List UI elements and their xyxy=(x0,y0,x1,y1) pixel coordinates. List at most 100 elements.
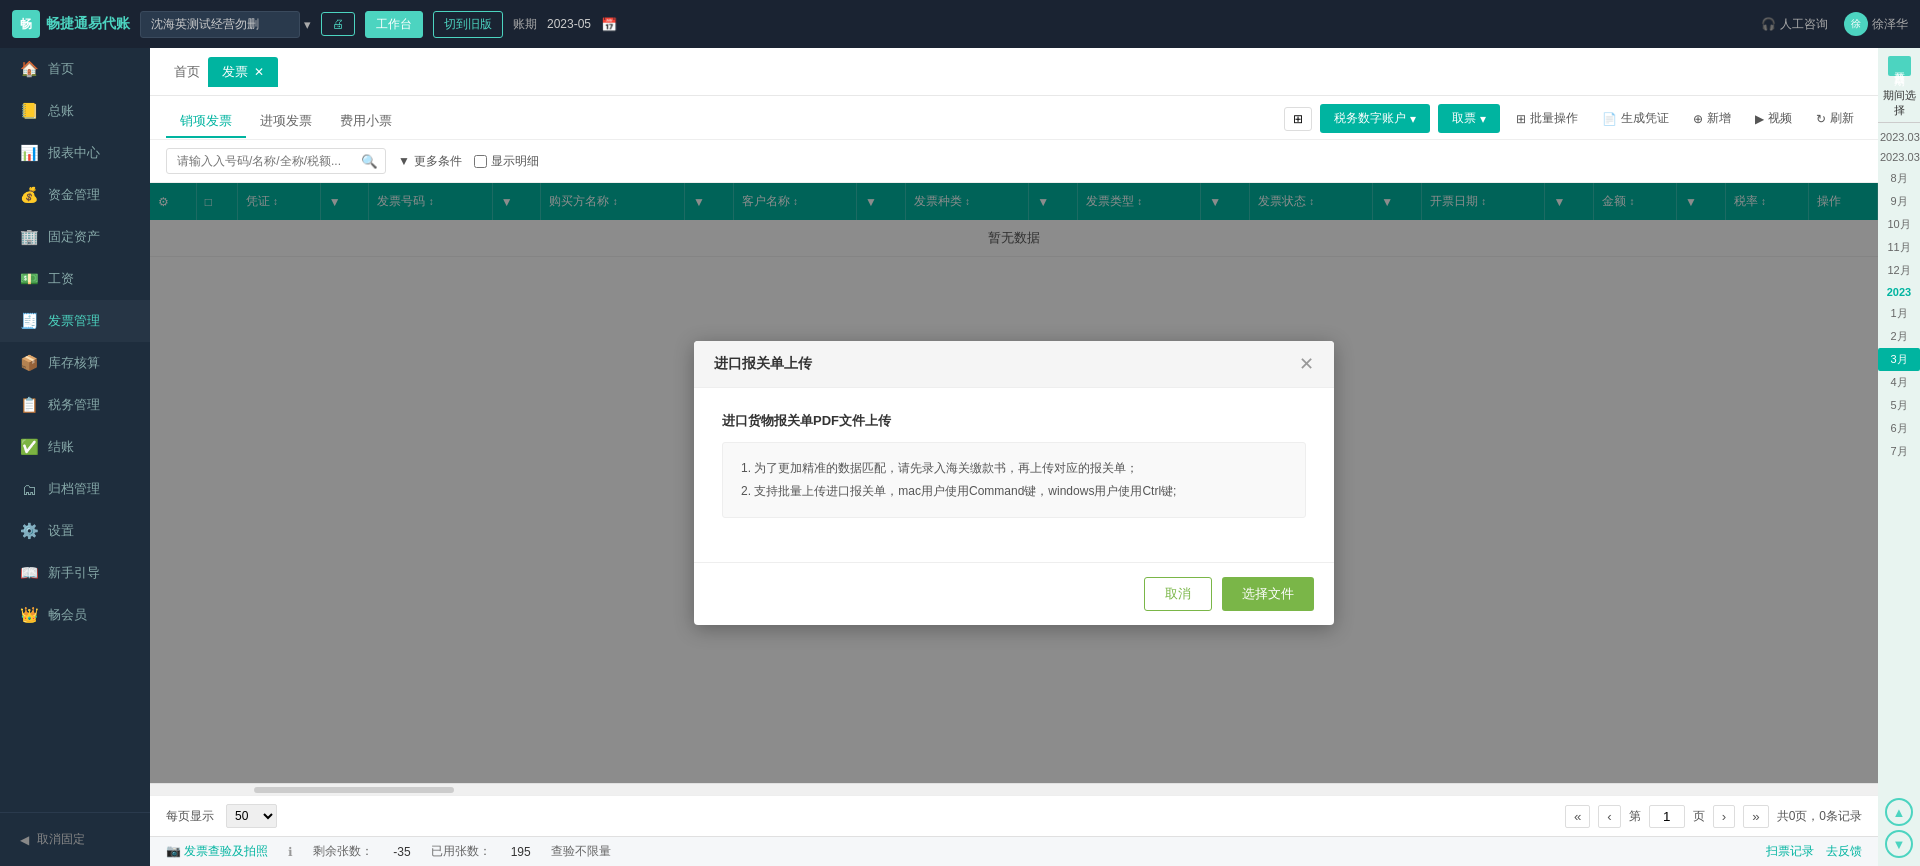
horizontal-scrollbar[interactable] xyxy=(150,783,1878,795)
app-logo: 畅 畅捷通易代账 xyxy=(12,10,130,38)
page-info: « ‹ 第 页 › » 共0页，0条记录 xyxy=(1565,805,1862,828)
video-icon: ▶ xyxy=(1755,112,1764,126)
period-item-8[interactable]: 1月 xyxy=(1878,302,1920,325)
chevron-down-icon: ▾ xyxy=(304,17,311,32)
tab-expense[interactable]: 费用小票 xyxy=(326,106,406,138)
modal-section-title: 进口货物报关单PDF文件上传 xyxy=(722,412,1306,430)
video-btn[interactable]: ▶ 视频 xyxy=(1747,105,1800,132)
period-select-header: 期间选择 xyxy=(1878,84,1920,123)
sidebar-item-ledger[interactable]: 📒 总账 xyxy=(0,90,150,132)
last-page-btn[interactable]: » xyxy=(1743,805,1768,828)
used-label: 已用张数： xyxy=(431,843,491,860)
select-file-btn[interactable]: 选择文件 xyxy=(1222,577,1314,611)
refresh-btn[interactable]: ↻ 刷新 xyxy=(1808,105,1862,132)
cancel-ticket-btn[interactable]: 取票 ▾ xyxy=(1438,104,1500,133)
next-page-btn[interactable]: › xyxy=(1713,805,1735,828)
invoices-icon: 🧾 xyxy=(20,312,38,330)
sidebar-item-inventory[interactable]: 📦 库存核算 xyxy=(0,342,150,384)
tab-purchase-invoice[interactable]: 进项发票 xyxy=(246,106,326,138)
grid-view-btn[interactable]: ⊞ xyxy=(1284,107,1312,131)
modal-title: 进口报关单上传 xyxy=(714,355,812,373)
period-item-4[interactable]: 10月 xyxy=(1878,213,1920,236)
sidebar-item-funds[interactable]: 💰 资金管理 xyxy=(0,174,150,216)
sidebar-item-settings[interactable]: ⚙️ 设置 xyxy=(0,510,150,552)
scroll-down-btn[interactable]: ▼ xyxy=(1885,830,1913,858)
sidebar-item-payroll[interactable]: 💵 工资 xyxy=(0,258,150,300)
switch-version-btn[interactable]: 切到旧版 xyxy=(433,11,503,38)
period-item-2[interactable]: 8月 xyxy=(1878,167,1920,190)
show-details-text: 显示明细 xyxy=(491,153,539,170)
tab-close-icon[interactable]: ✕ xyxy=(254,65,264,79)
app-logo-icon: 畅 xyxy=(12,10,40,38)
sidebar-item-guide[interactable]: 📖 新手引导 xyxy=(0,552,150,594)
sidebar-item-tax[interactable]: 📋 税务管理 xyxy=(0,384,150,426)
generate-voucher-btn[interactable]: 📄 生成凭证 xyxy=(1594,105,1677,132)
calendar-icon[interactable]: 📅 xyxy=(601,17,617,32)
more-filters-btn[interactable]: ▼ 更多条件 xyxy=(398,153,462,170)
tab-sales-invoice[interactable]: 销项发票 xyxy=(166,106,246,138)
sidebar-item-home[interactable]: 🏠 首页 xyxy=(0,48,150,90)
record-link[interactable]: 扫票记录 xyxy=(1766,843,1814,860)
period-item-7[interactable]: 2023 xyxy=(1878,282,1920,302)
period-item-1[interactable]: 2023.03 xyxy=(1878,147,1920,167)
feedback-link[interactable]: 去反馈 xyxy=(1826,843,1862,860)
cancel-btn[interactable]: 取消 xyxy=(1144,577,1212,611)
page-label: 第 xyxy=(1629,808,1641,825)
add-btn[interactable]: ⊕ 新增 xyxy=(1685,105,1739,132)
scroll-thumb[interactable] xyxy=(254,787,454,793)
period-item-13[interactable]: 6月 xyxy=(1878,417,1920,440)
batch-icon: ⊞ xyxy=(1516,112,1526,126)
print-icon-btn[interactable]: 🖨 xyxy=(321,12,355,36)
workspace-btn[interactable]: 工作台 xyxy=(365,11,423,38)
sidebar-item-settlement[interactable]: ✅ 结账 xyxy=(0,426,150,468)
period-item-5[interactable]: 11月 xyxy=(1878,236,1920,259)
modal-close-btn[interactable]: ✕ xyxy=(1299,355,1314,373)
period-item-3[interactable]: 9月 xyxy=(1878,190,1920,213)
per-page-select[interactable]: 50 100 xyxy=(226,804,277,828)
modal-header: 进口报关单上传 ✕ xyxy=(694,341,1334,388)
search-icon-btn[interactable]: 🔍 xyxy=(361,154,378,169)
voucher-icon: 📄 xyxy=(1602,112,1617,126)
period-item-6[interactable]: 12月 xyxy=(1878,259,1920,282)
more-filters-label: 更多条件 xyxy=(414,153,462,170)
sidebar-item-reports[interactable]: 📊 报表中心 xyxy=(0,132,150,174)
page-suffix: 页 xyxy=(1693,808,1705,825)
search-input[interactable] xyxy=(166,148,386,174)
sidebar-item-invoices[interactable]: 🧾 发票管理 xyxy=(0,300,150,342)
sidebar-label-invoices: 发票管理 xyxy=(48,312,100,330)
first-page-btn[interactable]: « xyxy=(1565,805,1590,828)
modal-footer: 取消 选择文件 xyxy=(694,562,1334,625)
status-bar: 📷 发票查验及拍照 ℹ 剩余张数： -35 已用张数： 195 查验不限量 扫票… xyxy=(150,836,1878,866)
sidebar-item-archive[interactable]: 🗂 归档管理 xyxy=(0,468,150,510)
scroll-up-btn[interactable]: ▲ xyxy=(1885,798,1913,826)
page-number-input[interactable] xyxy=(1649,805,1685,828)
invoice-check-link[interactable]: 📷 发票查验及拍照 xyxy=(166,843,268,860)
tab-invoices[interactable]: 发票 ✕ xyxy=(208,57,278,87)
app-logo-text: 畅捷通易代账 xyxy=(46,15,130,33)
open-ticket-date-btn[interactable]: 开票日期 xyxy=(1888,56,1911,76)
period-item-0[interactable]: 2023.03 xyxy=(1878,127,1920,147)
breadcrumb-home[interactable]: 首页 xyxy=(166,63,208,81)
period-item-9[interactable]: 2月 xyxy=(1878,325,1920,348)
sidebar-label-payroll: 工资 xyxy=(48,270,74,288)
period-item-14[interactable]: 7月 xyxy=(1878,440,1920,463)
batch-ops-btn[interactable]: ⊞ 批量操作 xyxy=(1508,105,1586,132)
avatar: 徐 xyxy=(1844,12,1868,36)
unpin-btn[interactable]: ◀ 取消固定 xyxy=(0,823,150,856)
period-item-11[interactable]: 4月 xyxy=(1878,371,1920,394)
prev-page-btn[interactable]: ‹ xyxy=(1598,805,1620,828)
show-details-checkbox[interactable] xyxy=(474,155,487,168)
company-selector-wrap[interactable]: 沈海英测试经营勿删 ▾ xyxy=(140,11,311,38)
period-item-10[interactable]: 3月 xyxy=(1878,348,1920,371)
home-icon: 🏠 xyxy=(20,60,38,78)
table-area: ⚙ □ 凭证 ↕ ▼ 发票号码 ↕ ▼ 购买方名称 ↕ ▼ 客户名称 ↕ ▼ 发… xyxy=(150,183,1878,783)
tax-account-btn[interactable]: 税务数字账户 ▾ xyxy=(1320,104,1430,133)
company-selector[interactable]: 沈海英测试经营勿删 xyxy=(140,11,300,38)
period-item-12[interactable]: 5月 xyxy=(1878,394,1920,417)
sidebar-item-member[interactable]: 👑 畅会员 xyxy=(0,594,150,636)
sidebar-label-ledger: 总账 xyxy=(48,102,74,120)
sidebar-item-assets[interactable]: 🏢 固定资产 xyxy=(0,216,150,258)
support-btn[interactable]: 🎧 人工咨询 xyxy=(1761,16,1828,33)
user-menu[interactable]: 徐 徐泽华 xyxy=(1844,12,1908,36)
show-details-label[interactable]: 显示明细 xyxy=(474,153,539,170)
